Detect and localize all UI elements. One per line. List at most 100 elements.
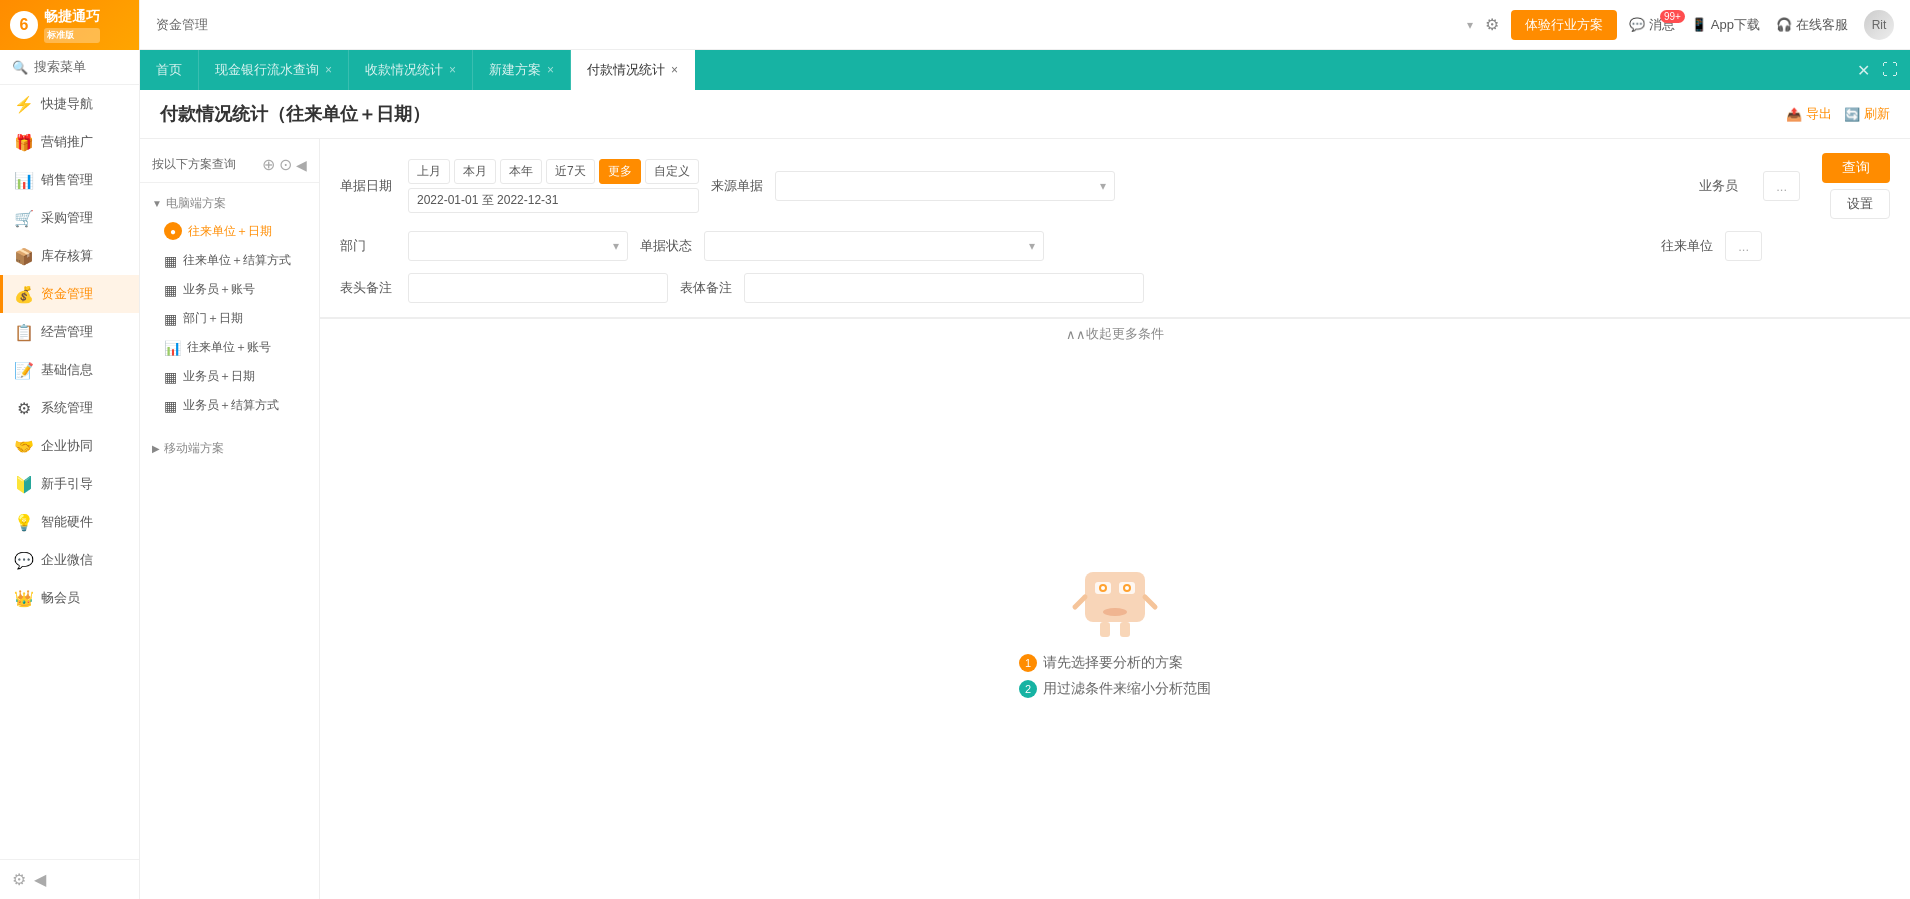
- online-service[interactable]: 🎧 在线客服: [1776, 16, 1848, 34]
- scheme-item-dept-date[interactable]: ▦ 部门＋日期: [140, 304, 319, 333]
- tabbar-right: ✕ ⛶: [1857, 50, 1910, 90]
- sidebar-item-wechat[interactable]: 💬 企业微信: [0, 541, 139, 579]
- empty-state: 1 请先选择要分析的方案 2 用过滤条件来缩小分析范围: [320, 349, 1910, 899]
- msg-button[interactable]: 💬 消息 99+: [1629, 16, 1675, 34]
- sidebar-item-newguide[interactable]: 🔰 新手引导: [0, 465, 139, 503]
- scheme-item-partner-settlement[interactable]: ▦ 往来单位＋结算方式: [140, 246, 319, 275]
- action-buttons: 查询 设置: [1812, 153, 1890, 219]
- source-label: 来源单据: [711, 177, 767, 195]
- settings-button[interactable]: 设置: [1830, 189, 1890, 219]
- desktop-scheme-group: ▼ 电脑端方案 ● 往来单位＋日期 ▦ 往来单位＋结算方式 ▦ 业务员＋账号 ▦: [140, 183, 319, 428]
- sidebar-item-finance[interactable]: 💰 资金管理: [0, 275, 139, 313]
- date-range-display[interactable]: 2022-01-01 至 2022-12-31: [408, 188, 699, 213]
- trial-btn[interactable]: 体验行业方案: [1511, 10, 1617, 40]
- smarthw-icon: 💡: [15, 513, 33, 531]
- scheme-panel: 按以下方案查询 ⊕ ⊙ ◀ ▼ 电脑端方案 ● 往来单位＋日期 ▦: [140, 139, 320, 899]
- member-icon: 👑: [15, 589, 33, 607]
- empty-tip-2: 2 用过滤条件来缩小分析范围: [1019, 680, 1211, 698]
- logo-icon: 6: [10, 11, 38, 39]
- dept-dropdown[interactable]: ▾: [408, 231, 628, 261]
- tip-num-1: 1: [1019, 654, 1037, 672]
- scheme-item-staff-settlement[interactable]: ▦ 业务员＋结算方式: [140, 391, 319, 420]
- staff-input-top[interactable]: ...: [1763, 171, 1800, 201]
- tab-close-all-icon[interactable]: ✕: [1857, 61, 1870, 80]
- scheme-add-icon[interactable]: ⊕: [262, 155, 275, 174]
- query-button[interactable]: 查询: [1822, 153, 1890, 183]
- date-more[interactable]: 更多: [599, 159, 641, 184]
- partner-input[interactable]: ...: [1725, 231, 1762, 261]
- sidebar-item-purchase[interactable]: 🛒 采购管理: [0, 199, 139, 237]
- empty-illustration: [1065, 542, 1165, 642]
- collapse-button[interactable]: ∧∧ 收起更多条件: [320, 318, 1910, 349]
- sidebar-item-sales[interactable]: 📊 销售管理: [0, 161, 139, 199]
- date-this-month[interactable]: 本月: [454, 159, 496, 184]
- scheme-settings-icon[interactable]: ⊙: [279, 155, 292, 174]
- scheme-panel-header: 按以下方案查询 ⊕ ⊙ ◀: [140, 149, 319, 183]
- tab-new-scheme-close[interactable]: ×: [547, 63, 554, 77]
- scheme-item-staff-account[interactable]: ▦ 业务员＋账号: [140, 275, 319, 304]
- filter-row-3: 表头备注 表体备注: [340, 273, 1890, 303]
- partner-field: 往来单位 ...: [1661, 231, 1762, 261]
- body-note-label: 表体备注: [680, 279, 736, 297]
- content-area: 按以下方案查询 ⊕ ⊙ ◀ ▼ 电脑端方案 ● 往来单位＋日期 ▦: [140, 139, 1910, 899]
- refresh-button[interactable]: 🔄 刷新: [1844, 105, 1890, 123]
- tab-bank[interactable]: 现金银行流水查询 ×: [199, 50, 349, 90]
- sidebar-item-sysmanage[interactable]: ⚙ 系统管理: [0, 389, 139, 427]
- scheme-item-partner-account[interactable]: 📊 往来单位＋账号: [140, 333, 319, 362]
- search-menu[interactable]: 🔍 搜索菜单: [0, 50, 139, 85]
- date-section: 上月 本月 本年 近7天 更多 自定义 2022-01-01 至 2022-12…: [408, 159, 699, 213]
- export-button[interactable]: 📤 导出: [1786, 105, 1832, 123]
- scheme-collapse-icon[interactable]: ◀: [296, 157, 307, 173]
- tab-new-scheme[interactable]: 新建方案 ×: [473, 50, 571, 90]
- app-download[interactable]: 📱 App下载: [1691, 16, 1760, 34]
- dept-label: 部门: [340, 237, 396, 255]
- mobile-group-header[interactable]: ▶ 移动端方案: [140, 436, 319, 461]
- sales-icon: 📊: [15, 171, 33, 189]
- sidebar-item-cooperation[interactable]: 🤝 企业协同: [0, 427, 139, 465]
- sidebar-item-member[interactable]: 👑 畅会员: [0, 579, 139, 617]
- body-note-input[interactable]: [744, 273, 1144, 303]
- page-header: 付款情况统计（往来单位＋日期） 📤 导出 🔄 刷新: [140, 90, 1910, 139]
- sidebar-item-marketing[interactable]: 🎁 营销推广: [0, 123, 139, 161]
- header-note-input[interactable]: [408, 273, 668, 303]
- tab-payments[interactable]: 付款情况统计 ×: [571, 50, 695, 90]
- footer-collapse-icon[interactable]: ◀: [34, 870, 46, 889]
- topbar-gear-icon[interactable]: ⚙: [1485, 15, 1499, 34]
- date-custom[interactable]: 自定义: [645, 159, 699, 184]
- staff-field-top: 业务员 ...: [1699, 171, 1800, 201]
- date-options-row: 上月 本月 本年 近7天 更多 自定义: [408, 159, 699, 184]
- source-dropdown[interactable]: ▾: [775, 171, 1115, 201]
- breadcrumb-dropdown[interactable]: ▾: [1467, 18, 1473, 32]
- svg-rect-6: [1100, 622, 1110, 637]
- topbar: 资金管理 ▾ ⚙ 体验行业方案 💬 消息 99+ 📱 App下载 🎧 在线客服 …: [140, 0, 1910, 50]
- scheme-item-partner-date[interactable]: ● 往来单位＋日期: [140, 216, 319, 246]
- tab-receipts[interactable]: 收款情况统计 ×: [349, 50, 473, 90]
- basicinfo-icon: 📝: [15, 361, 33, 379]
- sidebar-item-quick-nav[interactable]: ⚡ 快捷导航: [0, 85, 139, 123]
- tab-bank-close[interactable]: ×: [325, 63, 332, 77]
- avatar[interactable]: Rit: [1864, 10, 1894, 40]
- tab-receipts-close[interactable]: ×: [449, 63, 456, 77]
- scheme-icon-2: ▦: [164, 282, 177, 298]
- mobile-arrow-icon: ▶: [152, 443, 160, 454]
- tab-payments-close[interactable]: ×: [671, 63, 678, 77]
- sidebar-item-smarthw[interactable]: 💡 智能硬件: [0, 503, 139, 541]
- sidebar-item-basicinfo[interactable]: 📝 基础信息: [0, 351, 139, 389]
- sidebar-item-operation[interactable]: 📋 经营管理: [0, 313, 139, 351]
- sidebar: 6 畅捷通巧 标准版 🔍 搜索菜单 ⚡ 快捷导航 🎁 营销推广 📊 销售管理 🛒…: [0, 0, 140, 899]
- sidebar-item-inventory[interactable]: 📦 库存核算: [0, 237, 139, 275]
- tab-home[interactable]: 首页: [140, 50, 199, 90]
- desktop-group-header[interactable]: ▼ 电脑端方案: [140, 191, 319, 216]
- mobile-scheme-group: ▶ 移动端方案: [140, 428, 319, 469]
- date-last7[interactable]: 近7天: [546, 159, 595, 184]
- date-this-year[interactable]: 本年: [500, 159, 542, 184]
- voucher-status-dropdown[interactable]: ▾: [704, 231, 1044, 261]
- staff-label-top: 业务员: [1699, 177, 1755, 195]
- scheme-item-staff-date[interactable]: ▦ 业务员＋日期: [140, 362, 319, 391]
- export-icon: 📤: [1786, 107, 1802, 122]
- footer-settings-icon[interactable]: ⚙: [12, 870, 26, 889]
- date-last-month[interactable]: 上月: [408, 159, 450, 184]
- date-label: 单据日期: [340, 177, 396, 195]
- filter-area: 单据日期 上月 本月 本年 近7天 更多 自定义 2022-01-01 至 20…: [320, 139, 1910, 318]
- tab-maximize-icon[interactable]: ⛶: [1882, 61, 1898, 79]
